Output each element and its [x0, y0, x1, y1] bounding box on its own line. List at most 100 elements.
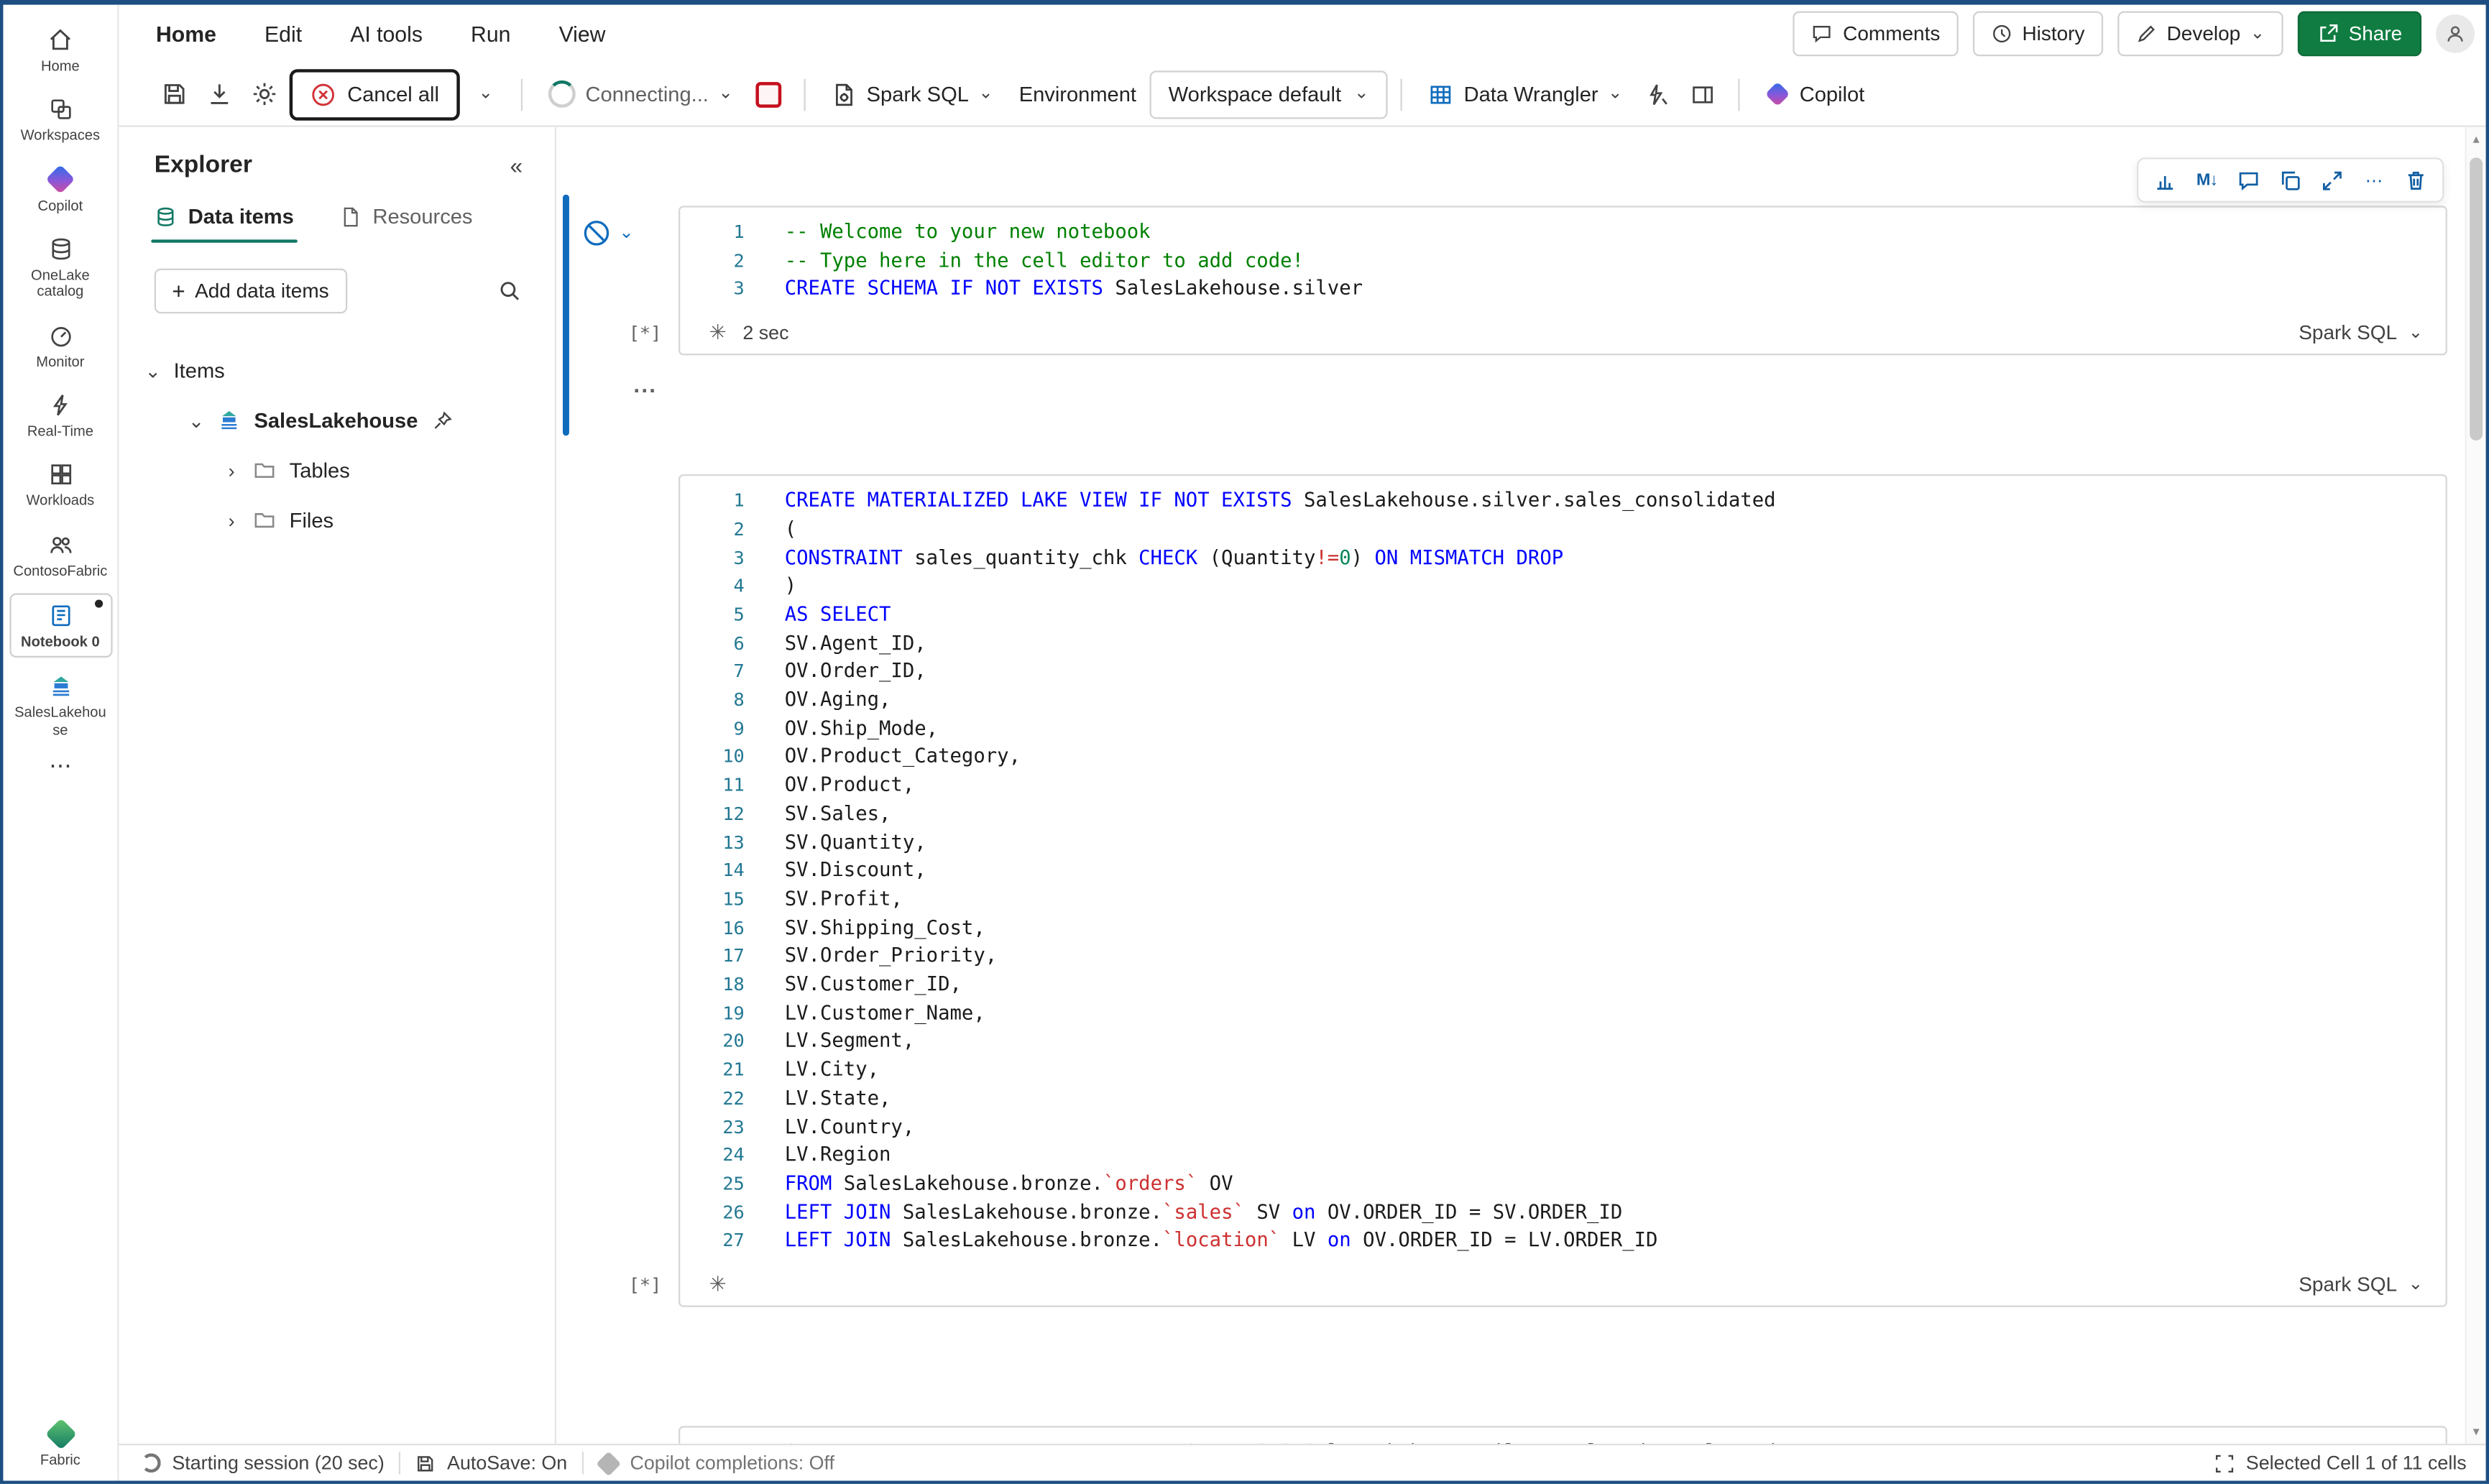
- rail-item-fabric[interactable]: Fabric: [11, 1413, 111, 1475]
- plus-icon: +: [172, 278, 185, 304]
- code-line-text: SV.Discount,: [784, 859, 926, 882]
- delete-cell-icon[interactable]: [2398, 162, 2434, 198]
- history-button[interactable]: History: [1972, 11, 2103, 57]
- workspace-selector[interactable]: Workspace default ⌄: [1149, 70, 1389, 119]
- tree-node-saleslakehouse[interactable]: ⌄ SalesLakehouse: [119, 395, 555, 445]
- divider: [804, 78, 806, 111]
- tab-resources[interactable]: Resources: [339, 204, 472, 243]
- rail-item-saleslakehouse[interactable]: SalesLakehouse: [11, 666, 111, 745]
- run-dropdown-icon[interactable]: ⌄: [619, 222, 634, 243]
- rail-item-workloads[interactable]: Workloads: [11, 454, 111, 516]
- comments-button[interactable]: Comments: [1793, 11, 1958, 57]
- cell-language-picker[interactable]: Spark SQL ⌄: [2299, 1273, 2423, 1296]
- cell-editor[interactable]: 1CREATE MATERIALIZED LAKE VIEW IF NOT EX…: [678, 474, 2447, 1307]
- connecting-spinner-icon: [548, 80, 576, 108]
- cancel-run-button[interactable]: ⌄: [582, 218, 634, 247]
- cell-execution-status: [*]: [628, 323, 662, 344]
- visualize-icon[interactable]: [2147, 162, 2184, 198]
- data-wrangler-button[interactable]: Data Wrangler ⌄: [1415, 72, 1635, 117]
- code-area[interactable]: 1CREATE MATERIALIZED LAKE VIEW IF NOT EX…: [680, 476, 2445, 1263]
- toggle-panel-icon[interactable]: [1680, 72, 1726, 117]
- notebook-cell[interactable]: 1CREATE MATERIALIZED LAKE VIEW IF NOT EX…: [678, 1426, 2447, 1444]
- chevron-down-icon: ⌄: [718, 83, 733, 103]
- rail-item-notebook-0[interactable]: Notebook 0: [9, 593, 112, 658]
- cancel-all-dropdown[interactable]: ⌄: [463, 72, 508, 117]
- chevron-down-icon: ⌄: [1607, 83, 1623, 103]
- rail-item-home[interactable]: Home: [11, 18, 111, 81]
- menu-tab-run[interactable]: Run: [471, 22, 510, 46]
- comment-cell-icon[interactable]: [2230, 162, 2267, 198]
- menu-tab-view[interactable]: View: [559, 22, 606, 46]
- save-icon[interactable]: [151, 72, 196, 117]
- language-picker[interactable]: Spark SQL ⌄: [819, 72, 1006, 117]
- session-status-dropdown[interactable]: Connecting... ⌄: [535, 72, 746, 117]
- cell-output-toggle[interactable]: ...: [633, 372, 657, 397]
- tab-data-items[interactable]: Data items: [151, 204, 297, 243]
- convert-to-markdown-icon[interactable]: M↓: [2189, 162, 2225, 198]
- rail-item-onelake-catalog[interactable]: OneLake catalog: [11, 229, 111, 307]
- menu-tab-home[interactable]: Home: [156, 22, 216, 46]
- cell-footer: ✳ 2 sec Spark SQL ⌄: [680, 312, 2445, 354]
- tree-node-tables[interactable]: › Tables: [119, 446, 555, 495]
- scroll-down-icon[interactable]: ▾: [2467, 1424, 2486, 1439]
- more-commands-icon[interactable]: ⋯: [2355, 162, 2392, 198]
- divider: [581, 1452, 584, 1475]
- cell-language-picker[interactable]: Spark SQL ⌄: [2299, 322, 2423, 344]
- line-number: 2: [733, 250, 745, 272]
- account-avatar[interactable]: [2436, 14, 2475, 53]
- search-icon[interactable]: [497, 278, 523, 304]
- rail-item-copilot[interactable]: Copilot: [11, 159, 111, 221]
- pin-icon[interactable]: [431, 409, 453, 431]
- settings-gear-icon[interactable]: [241, 72, 287, 117]
- cell-editor[interactable]: 1 -- Welcome to your new notebook 2 -- Type…: [678, 206, 2447, 356]
- autosave-status[interactable]: AutoSave: On: [415, 1452, 567, 1474]
- rail-item-workspaces[interactable]: Workspaces: [11, 89, 111, 151]
- line-number: 9: [733, 718, 745, 739]
- ribbon-menu: Home Edit AI tools Run View: [156, 22, 606, 46]
- cell-selection-bar: [562, 194, 569, 436]
- code-line-text: LV.City,: [784, 1058, 880, 1081]
- code-line-text: OV.Order_ID,: [784, 659, 926, 683]
- line-number: 8: [733, 689, 745, 711]
- rail-item-contosofabric[interactable]: ContosoFabric: [11, 524, 111, 586]
- environment-button[interactable]: Environment: [1006, 72, 1149, 117]
- line-number: 27: [722, 1230, 745, 1252]
- selection-icon: [2214, 1452, 2235, 1473]
- cell-editor[interactable]: 1CREATE MATERIALIZED LAKE VIEW IF NOT EX…: [678, 1426, 2447, 1444]
- rail-item-real-time[interactable]: Real-Time: [11, 384, 111, 446]
- copilot-button[interactable]: Copilot: [1753, 72, 1877, 117]
- copilot-icon: [1765, 81, 1790, 107]
- develop-button[interactable]: Develop ⌄: [2117, 11, 2283, 57]
- import-icon[interactable]: [196, 72, 241, 117]
- fabric-logo-icon: [44, 1417, 77, 1450]
- scrollbar-thumb[interactable]: [2470, 157, 2483, 441]
- code-area[interactable]: 1CREATE MATERIALIZED LAKE VIEW IF NOT EX…: [680, 1428, 2445, 1444]
- code-line-text: OV.Product_Category,: [784, 745, 1021, 768]
- stop-icon: [755, 80, 782, 107]
- rail-more-icon[interactable]: ⋯: [49, 752, 71, 780]
- tree-node-items[interactable]: ⌄ Items: [119, 346, 555, 395]
- stop-session-button[interactable]: [746, 72, 791, 117]
- quick-actions-icon[interactable]: [1636, 72, 1681, 117]
- line-number: 16: [722, 917, 745, 939]
- vertical-scrollbar[interactable]: ▴ ▾: [2465, 126, 2486, 1444]
- line-number: 10: [722, 746, 745, 768]
- menu-tab-ai-tools[interactable]: AI tools: [350, 22, 423, 46]
- add-data-items-button[interactable]: + Add data items: [154, 268, 347, 314]
- share-button[interactable]: Share: [2297, 11, 2422, 57]
- expand-cell-icon[interactable]: [2314, 162, 2350, 198]
- notebook-cell[interactable]: 1CREATE MATERIALIZED LAKE VIEW IF NOT EX…: [629, 474, 2447, 1307]
- copilot-completions-status[interactable]: Copilot completions: Off: [595, 1450, 834, 1476]
- workspaces-icon: [47, 97, 73, 123]
- line-number: 5: [733, 604, 745, 626]
- duplicate-cell-icon[interactable]: [2272, 162, 2309, 198]
- collapse-panel-icon[interactable]: «: [510, 152, 523, 178]
- notebook-cell[interactable]: ⌄ 1 -- Welcome to your new notebook 2 -- Typ…: [562, 194, 2447, 436]
- cancel-all-button[interactable]: Cancel all: [289, 68, 461, 120]
- rail-item-monitor[interactable]: Monitor: [11, 315, 111, 377]
- scroll-up-icon[interactable]: ▴: [2467, 132, 2486, 146]
- tree-node-files[interactable]: › Files: [119, 495, 555, 545]
- menu-tab-edit[interactable]: Edit: [264, 22, 302, 46]
- code-area[interactable]: 1 -- Welcome to your new notebook 2 -- Type…: [680, 208, 2445, 313]
- session-status: Starting session (20 sec): [141, 1452, 385, 1474]
